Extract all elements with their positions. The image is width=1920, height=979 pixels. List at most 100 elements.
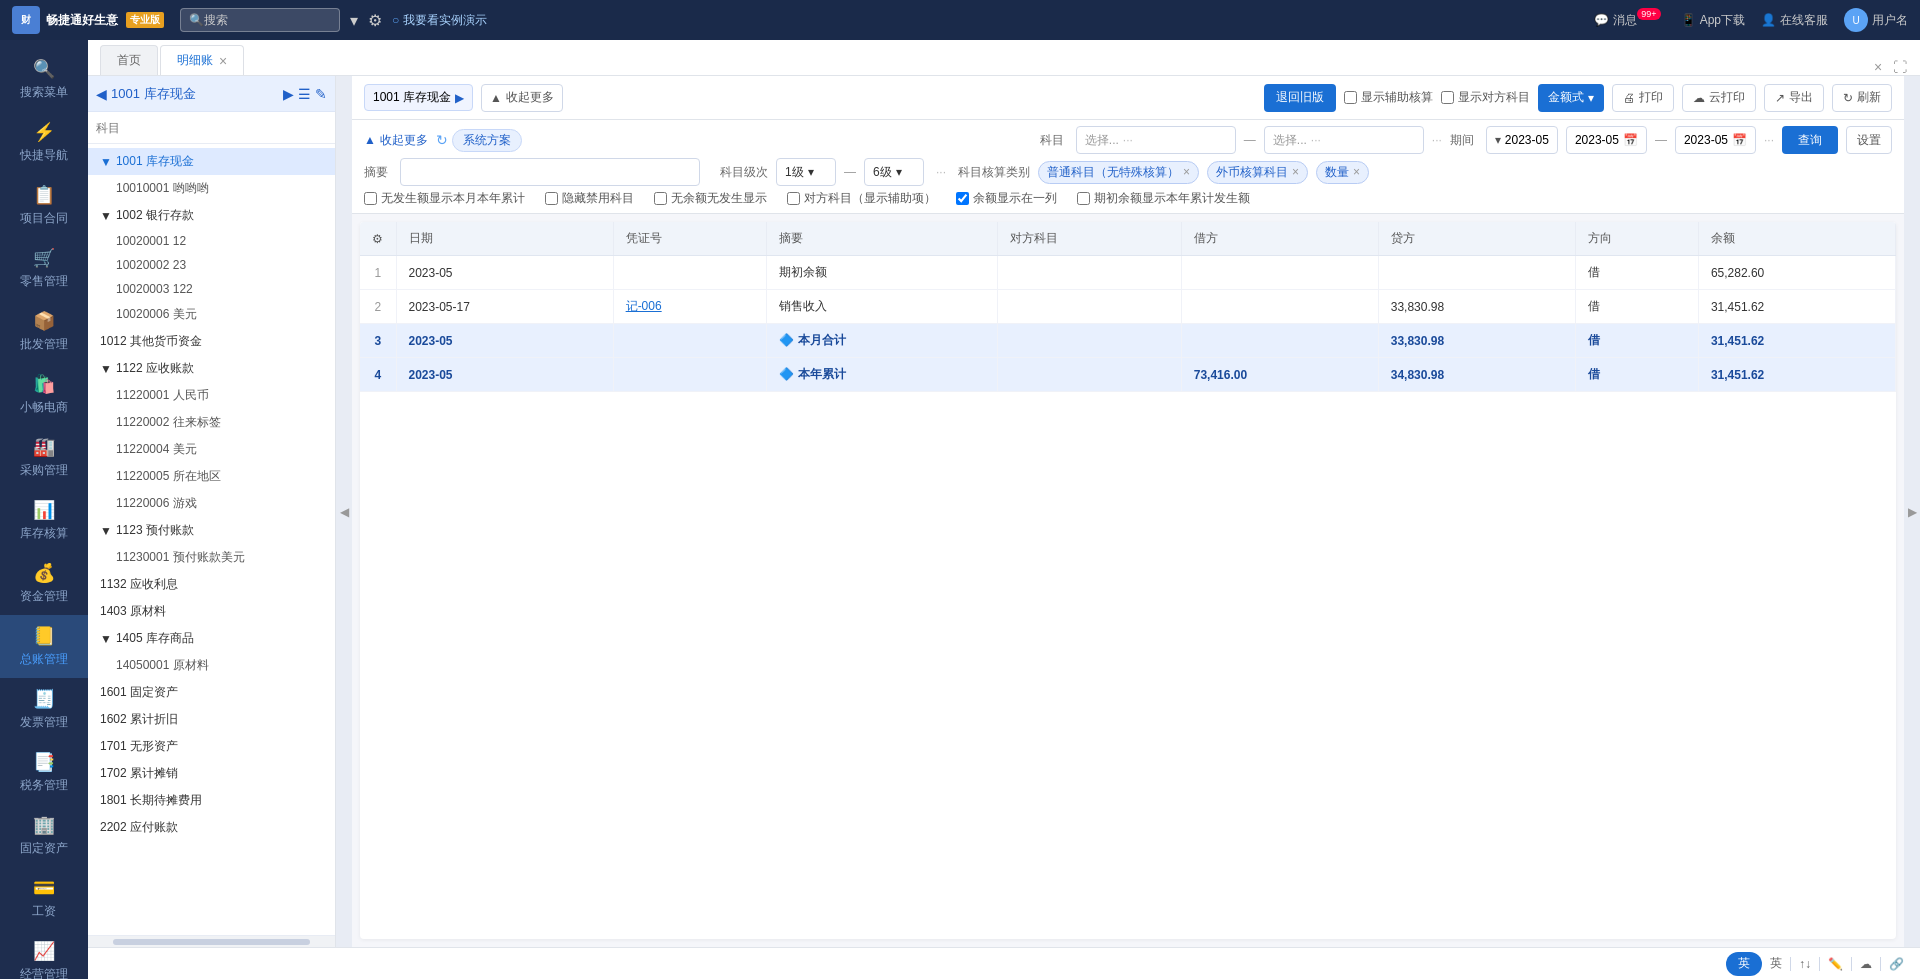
- tree-node-1602[interactable]: 1602 累计折旧: [88, 706, 335, 733]
- show-aux-input[interactable]: [1344, 91, 1357, 104]
- demo-link[interactable]: ○ 我要看实例演示: [392, 12, 487, 29]
- tree-back-icon[interactable]: ◀: [96, 86, 107, 102]
- tree-search-input[interactable]: [96, 121, 327, 135]
- checkbox-opposite-input[interactable]: [787, 192, 800, 205]
- level-to-select[interactable]: 6级 ▾: [864, 158, 924, 186]
- sidebar-item-inventory[interactable]: 📊 库存核算: [0, 489, 88, 552]
- checkbox-opposite[interactable]: 对方科目（显示辅助项）: [787, 190, 936, 207]
- tree-forward-icon[interactable]: ▶: [283, 86, 294, 102]
- settings-icon[interactable]: ⚙: [366, 9, 384, 32]
- sidebar-item-search[interactable]: 🔍 搜索菜单: [0, 48, 88, 111]
- sidebar-item-assets[interactable]: 🏢 固定资产: [0, 804, 88, 867]
- tree-node-10020003[interactable]: 10020003 122: [88, 277, 335, 301]
- message-btn[interactable]: 💬 消息 99+: [1594, 12, 1664, 29]
- tree-node-11220001[interactable]: 11220001 人民币: [88, 382, 335, 409]
- sidebar-item-capital[interactable]: 💰 资金管理: [0, 552, 88, 615]
- sidebar-item-ledger[interactable]: 📒 总账管理: [0, 615, 88, 678]
- sidebar-item-ecommerce[interactable]: 🛍️ 小畅电商: [0, 363, 88, 426]
- tree-node-10010001[interactable]: 10010001 哟哟哟: [88, 175, 335, 202]
- style-btn[interactable]: 金额式 ▾: [1538, 84, 1604, 112]
- level-from-select[interactable]: 1级 ▾: [776, 158, 836, 186]
- sidebar-item-quick[interactable]: ⚡ 快捷导航: [0, 111, 88, 174]
- print-btn[interactable]: 🖨 打印: [1612, 84, 1674, 112]
- tree-menu-icon[interactable]: ☰: [298, 86, 311, 102]
- tree-scrollbar[interactable]: [113, 939, 311, 945]
- tag-foreign-close-icon[interactable]: ×: [1292, 165, 1299, 179]
- sidebar-item-project[interactable]: 📋 项目合同: [0, 174, 88, 237]
- summary-input[interactable]: [400, 158, 700, 186]
- filter-refresh-icon[interactable]: ↻: [436, 132, 448, 148]
- subject-input-right[interactable]: 选择... ···: [1264, 126, 1424, 154]
- dropdown-icon[interactable]: ▾: [348, 9, 360, 32]
- sidebar-item-invoice[interactable]: 🧾 发票管理: [0, 678, 88, 741]
- checkbox-balance-col[interactable]: 余额显示在一列: [956, 190, 1057, 207]
- tree-node-2202[interactable]: 2202 应付账款: [88, 814, 335, 841]
- subject-input-left[interactable]: 选择... ···: [1076, 126, 1236, 154]
- lang-btn[interactable]: 英: [1726, 952, 1762, 976]
- tree-node-1123[interactable]: ▼ 1123 预付账款: [88, 517, 335, 544]
- tree-node-1701[interactable]: 1701 无形资产: [88, 733, 335, 760]
- period-start-select[interactable]: ▾ 2023-05: [1486, 126, 1558, 154]
- voucher-link-2[interactable]: 记-006: [626, 299, 662, 313]
- tree-edit-icon[interactable]: ✎: [315, 86, 327, 102]
- more-btn[interactable]: ▲ 收起更多: [481, 84, 563, 112]
- app-download-btn[interactable]: 📱 App下载: [1681, 12, 1745, 29]
- window-close-btn[interactable]: ×: [1870, 59, 1886, 75]
- settings-btn[interactable]: 设置: [1846, 126, 1892, 154]
- tree-node-1702[interactable]: 1702 累计摊销: [88, 760, 335, 787]
- col-gear[interactable]: ⚙: [360, 222, 396, 256]
- tree-node-11220006[interactable]: 11220006 游戏: [88, 490, 335, 517]
- left-collapse-btn[interactable]: ◀: [336, 76, 352, 947]
- checkbox-balance-col-input[interactable]: [956, 192, 969, 205]
- checkbox-period-begin-input[interactable]: [1077, 192, 1090, 205]
- period-start-date[interactable]: 2023-05 📅: [1566, 126, 1647, 154]
- checkbox-no-balance-input[interactable]: [364, 192, 377, 205]
- tree-node-1012[interactable]: 1012 其他货币资金: [88, 328, 335, 355]
- tree-node-14050001[interactable]: 14050001 原材料: [88, 652, 335, 679]
- export-btn[interactable]: ↗ 导出: [1764, 84, 1824, 112]
- tag-quantity-close-icon[interactable]: ×: [1353, 165, 1360, 179]
- return-old-btn[interactable]: 退回旧版: [1264, 84, 1336, 112]
- checkbox-no-balance[interactable]: 无发生额显示本月本年累计: [364, 190, 525, 207]
- sidebar-item-tax[interactable]: 📑 税务管理: [0, 741, 88, 804]
- show-aux-checkbox[interactable]: 显示辅助核算: [1344, 89, 1433, 106]
- checkbox-no-zero-input[interactable]: [654, 192, 667, 205]
- sidebar-item-purchase[interactable]: 🏭 采购管理: [0, 426, 88, 489]
- sidebar-item-wholesale[interactable]: 📦 批发管理: [0, 300, 88, 363]
- query-btn[interactable]: 查询: [1782, 126, 1838, 154]
- checkbox-period-begin[interactable]: 期初余额显示本年累计发生额: [1077, 190, 1250, 207]
- tree-node-10020001[interactable]: 10020001 12: [88, 229, 335, 253]
- status-item-cloud[interactable]: ☁: [1860, 957, 1872, 971]
- tree-node-10020002[interactable]: 10020002 23: [88, 253, 335, 277]
- tree-node-11220002[interactable]: 11220002 往来标签: [88, 409, 335, 436]
- tree-node-10020006[interactable]: 10020006 美元: [88, 301, 335, 328]
- right-expand-btn[interactable]: ▶: [1904, 76, 1920, 947]
- tree-node-1001[interactable]: ▼ 1001 库存现金: [88, 148, 335, 175]
- sidebar-item-salary[interactable]: 💳 工资: [0, 867, 88, 930]
- tree-node-1122[interactable]: ▼ 1122 应收账款: [88, 355, 335, 382]
- cloud-print-btn[interactable]: ☁ 云打印: [1682, 84, 1756, 112]
- tree-node-11220005[interactable]: 11220005 所在地区: [88, 463, 335, 490]
- tree-node-1132[interactable]: 1132 应收利息: [88, 571, 335, 598]
- refresh-btn[interactable]: ↻ 刷新: [1832, 84, 1892, 112]
- tab-home[interactable]: 首页: [100, 45, 158, 75]
- checkbox-hide-disabled-input[interactable]: [545, 192, 558, 205]
- status-item-edit[interactable]: ✏️: [1828, 957, 1843, 971]
- sidebar-item-retail[interactable]: 🛒 零售管理: [0, 237, 88, 300]
- checkbox-no-zero[interactable]: 无余额无发生显示: [654, 190, 767, 207]
- tree-node-1601[interactable]: 1601 固定资产: [88, 679, 335, 706]
- show-subject-input[interactable]: [1441, 91, 1454, 104]
- tree-node-11230001[interactable]: 11230001 预付账款美元: [88, 544, 335, 571]
- period-end-date[interactable]: 2023-05 📅: [1675, 126, 1756, 154]
- tree-node-11220004[interactable]: 11220004 美元: [88, 436, 335, 463]
- tab-detail[interactable]: 明细账 ×: [160, 45, 244, 75]
- sidebar-item-mgmt[interactable]: 📈 经营管理: [0, 930, 88, 979]
- tab-close-icon[interactable]: ×: [219, 54, 227, 68]
- user-area[interactable]: U 用户名: [1844, 8, 1908, 32]
- checkbox-hide-disabled[interactable]: 隐藏禁用科目: [545, 190, 634, 207]
- tree-node-1801[interactable]: 1801 长期待摊费用: [88, 787, 335, 814]
- tree-node-1405[interactable]: ▼ 1405 库存商品: [88, 625, 335, 652]
- status-item-link[interactable]: 🔗: [1889, 957, 1904, 971]
- status-item-lang[interactable]: 英: [1770, 955, 1782, 972]
- tree-node-1002[interactable]: ▼ 1002 银行存款: [88, 202, 335, 229]
